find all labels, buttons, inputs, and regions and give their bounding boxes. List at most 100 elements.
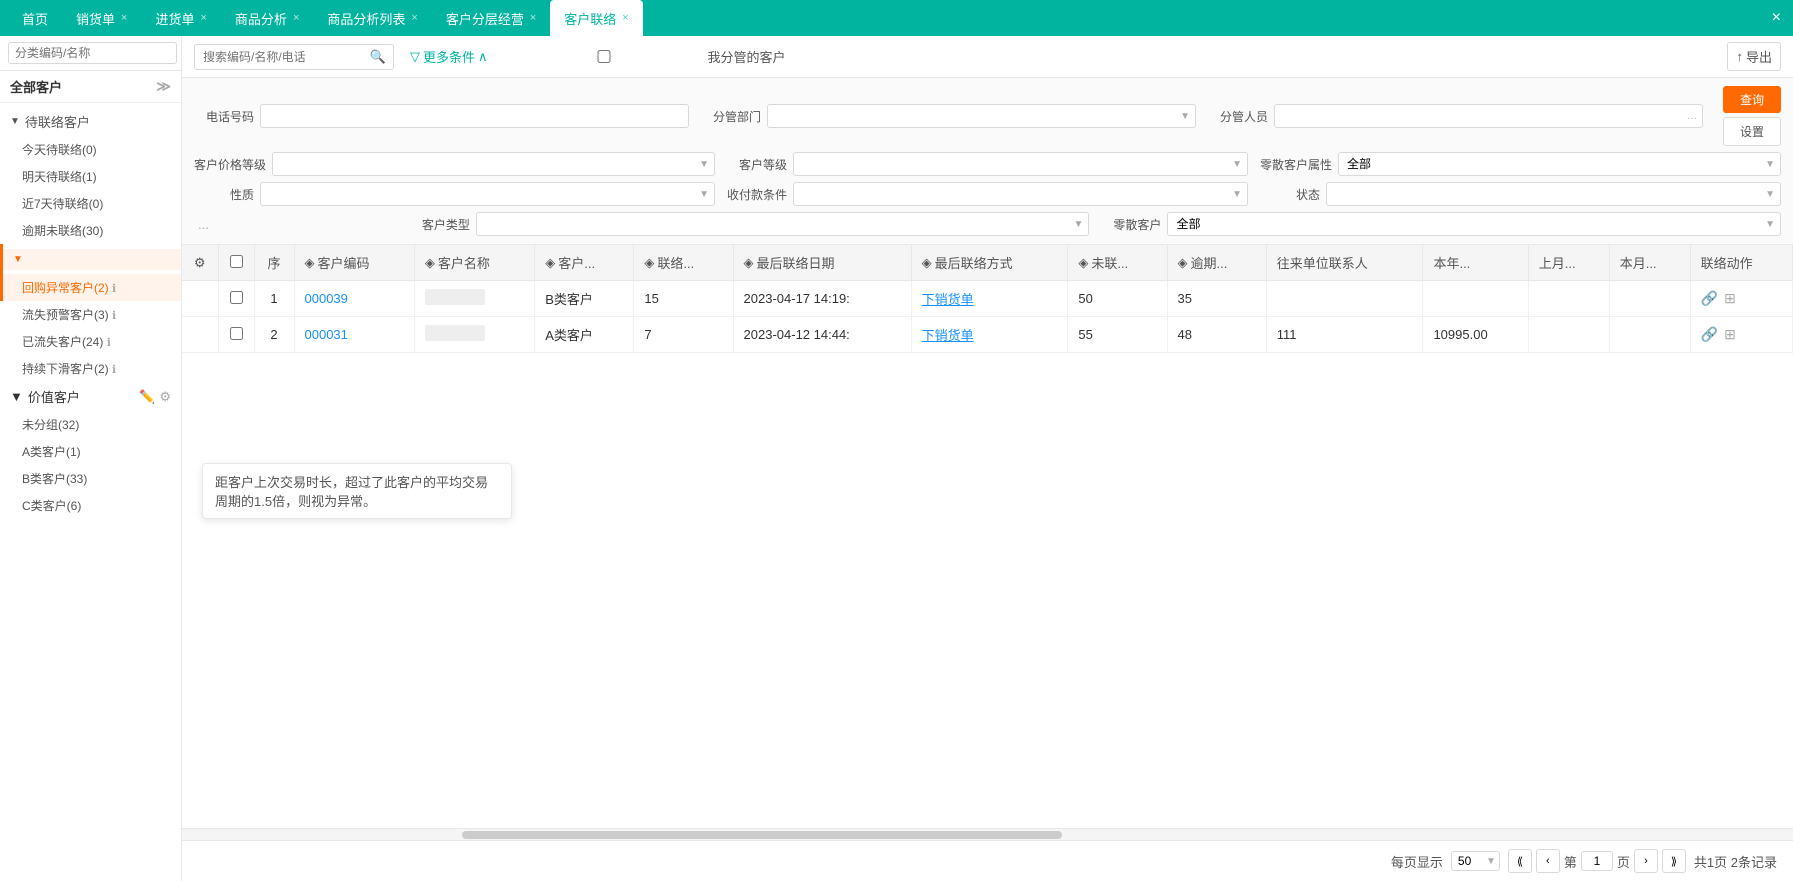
scrollbar-thumb[interactable]: [462, 831, 1062, 839]
grade-select[interactable]: [793, 152, 1248, 176]
td-checkbox-2: [218, 317, 254, 353]
filter-row-4: ... 客户类型 ▼ 零散客户 全部 ▼: [194, 212, 1781, 236]
segments-settings-icon[interactable]: ⚙: [159, 389, 171, 405]
sidebar-item-overdue[interactable]: 逾期未联络(30): [0, 217, 181, 244]
action-grid-icon-2[interactable]: ⊞: [1724, 326, 1736, 343]
th-last-month[interactable]: 上月...: [1528, 245, 1609, 281]
close-customer-contact[interactable]: ×: [622, 12, 628, 24]
my-customers-checkbox-wrap[interactable]: 我分管的客户: [504, 47, 786, 66]
th-contact-count[interactable]: ◈ 联络...: [634, 245, 733, 281]
customer-type-select[interactable]: [476, 212, 1090, 236]
nav-home[interactable]: 首页: [8, 0, 62, 36]
th-overdue[interactable]: ◈ 逾期...: [1167, 245, 1266, 281]
retail-select[interactable]: 全部: [1167, 212, 1781, 236]
sidebar-group-value[interactable]: ▼: [3, 249, 181, 270]
td-last-month-1: [1528, 281, 1609, 317]
filter-bar: 🔍 ▽ 更多条件 ∧ 我分管的客户 ↑ 导出: [182, 36, 1793, 78]
sidebar-item-today[interactable]: 今天待联络(0): [0, 136, 181, 163]
action-grid-icon-1[interactable]: ⊞: [1724, 290, 1736, 307]
filter-dept: 分管部门 ▼: [701, 104, 1196, 128]
first-page-btn[interactable]: ⟪: [1508, 849, 1532, 873]
pending-group-label: 待联络客户: [25, 112, 90, 131]
page-label: 第: [1564, 852, 1577, 871]
row1-checkbox[interactable]: [230, 291, 243, 304]
settings-button[interactable]: 设置: [1723, 117, 1781, 146]
th-name[interactable]: ◈ 客户名称: [414, 245, 534, 281]
th-grade[interactable]: ◈ 客户...: [535, 245, 634, 281]
td-last-contact-method-2[interactable]: 下销货单: [911, 317, 1068, 353]
th-settings[interactable]: ⚙: [182, 245, 218, 281]
close-product-list[interactable]: ×: [411, 12, 417, 24]
th-year-amount[interactable]: 本年...: [1423, 245, 1528, 281]
select-all-checkbox[interactable]: [230, 255, 243, 268]
nav-sales-order[interactable]: 销货单 ×: [62, 0, 141, 36]
search-input[interactable]: [194, 44, 394, 70]
page-input[interactable]: [1581, 851, 1613, 871]
sidebar-collapse-icon[interactable]: ≫: [156, 78, 171, 95]
horizontal-scrollbar[interactable]: [182, 828, 1793, 840]
tooltip-box: 距客户上次交易时长，超过了此客户的平均交易周期的1.5倍，则视为异常。: [202, 463, 512, 519]
close-purchase[interactable]: ×: [200, 12, 206, 24]
th-contact-person[interactable]: 往来单位联系人: [1266, 245, 1423, 281]
close-product-analysis[interactable]: ×: [293, 12, 299, 24]
td-action-1: 🔗 ⊞: [1690, 281, 1792, 317]
next-page-btn[interactable]: ›: [1634, 849, 1658, 873]
nav-customer-contact[interactable]: 客户联络 ×: [550, 0, 642, 36]
close-customer-segmentation[interactable]: ×: [530, 12, 536, 24]
person-select[interactable]: [1274, 104, 1703, 128]
th-checkbox: [218, 245, 254, 281]
sidebar-search-input[interactable]: [8, 42, 177, 64]
filter-icon: ▽: [410, 49, 420, 65]
sidebar: 🔍 全部客户 ≫ ▼ 待联络客户 今天待联络(0) 明天待联络(1) 近7天待联…: [0, 36, 182, 881]
gender-select[interactable]: [260, 182, 715, 206]
nav-product-analysis[interactable]: 商品分析 ×: [221, 0, 313, 36]
filter-person: 分管人员 …: [1208, 104, 1703, 128]
nav-customer-segmentation[interactable]: 客户分层经营 ×: [432, 0, 550, 36]
sidebar-item-churned[interactable]: 已流失客户(24) ℹ: [0, 328, 181, 355]
sidebar-item-c-class[interactable]: C类客户(6): [0, 492, 181, 519]
th-last-contact-method[interactable]: ◈ 最后联络方式: [911, 245, 1068, 281]
sidebar-item-a-class[interactable]: A类客户(1): [0, 438, 181, 465]
sidebar-item-7days[interactable]: 近7天待联络(0): [0, 190, 181, 217]
last-page-btn[interactable]: ⟫: [1662, 849, 1686, 873]
filter-actions: 查询 设置: [1723, 86, 1781, 146]
sidebar-item-unsegmented[interactable]: 未分组(32): [0, 411, 181, 438]
close-sales-order[interactable]: ×: [121, 12, 127, 24]
action-link-icon-2[interactable]: 🔗: [1701, 326, 1718, 343]
prev-page-btn[interactable]: ‹: [1536, 849, 1560, 873]
th-code[interactable]: ◈ 客户编码: [294, 245, 414, 281]
my-customers-checkbox[interactable]: [504, 50, 704, 63]
sidebar-item-tomorrow[interactable]: 明天待联络(1): [0, 163, 181, 190]
search-icon[interactable]: 🔍: [370, 49, 386, 65]
close-all-tabs[interactable]: ×: [1772, 9, 1781, 27]
td-code-2[interactable]: 000031: [294, 317, 414, 353]
status-select[interactable]: [1326, 182, 1781, 206]
retail-attr-select[interactable]: 全部: [1338, 152, 1781, 176]
phone-input[interactable]: [260, 104, 689, 128]
dots-label[interactable]: ...: [194, 217, 213, 232]
dept-select[interactable]: [767, 104, 1196, 128]
sidebar-item-b-class[interactable]: B类客户(33): [0, 465, 181, 492]
th-this-month[interactable]: 本月...: [1609, 245, 1690, 281]
nav-purchase[interactable]: 进货单 ×: [141, 0, 220, 36]
sidebar-item-churn-warning[interactable]: 流失预警客户(3) ℹ: [0, 301, 181, 328]
sidebar-item-repurchase-anomaly[interactable]: 回购异常客户(2) ℹ: [0, 274, 181, 301]
action-link-icon-1[interactable]: 🔗: [1701, 290, 1718, 307]
th-no-contact-days[interactable]: ◈ 未联...: [1068, 245, 1167, 281]
payment-select[interactable]: [793, 182, 1248, 206]
row2-checkbox[interactable]: [230, 327, 243, 340]
td-last-contact-method-1[interactable]: 下销货单: [911, 281, 1068, 317]
per-page-select[interactable]: 50 100: [1451, 851, 1500, 871]
export-btn[interactable]: ↑ 导出: [1727, 42, 1781, 71]
sidebar-tree: ▼ 待联络客户 今天待联络(0) 明天待联络(1) 近7天待联络(0) 逾期未联…: [0, 103, 181, 881]
th-last-contact-date[interactable]: ◈ 最后联络日期: [733, 245, 911, 281]
sidebar-group-pending[interactable]: ▼ 待联络客户: [0, 107, 181, 136]
price-grade-select[interactable]: [272, 152, 715, 176]
sidebar-item-declining[interactable]: 持续下滑客户(2) ℹ: [0, 355, 181, 382]
segments-edit-icon[interactable]: ✏️: [139, 389, 155, 405]
sidebar-section-segments[interactable]: ▼ 价值客户 ✏️ ⚙: [0, 382, 181, 411]
query-button[interactable]: 查询: [1723, 86, 1781, 113]
td-code-1[interactable]: 000039: [294, 281, 414, 317]
nav-product-list[interactable]: 商品分析列表 ×: [313, 0, 431, 36]
more-conditions-btn[interactable]: ▽ 更多条件 ∧: [402, 43, 496, 70]
